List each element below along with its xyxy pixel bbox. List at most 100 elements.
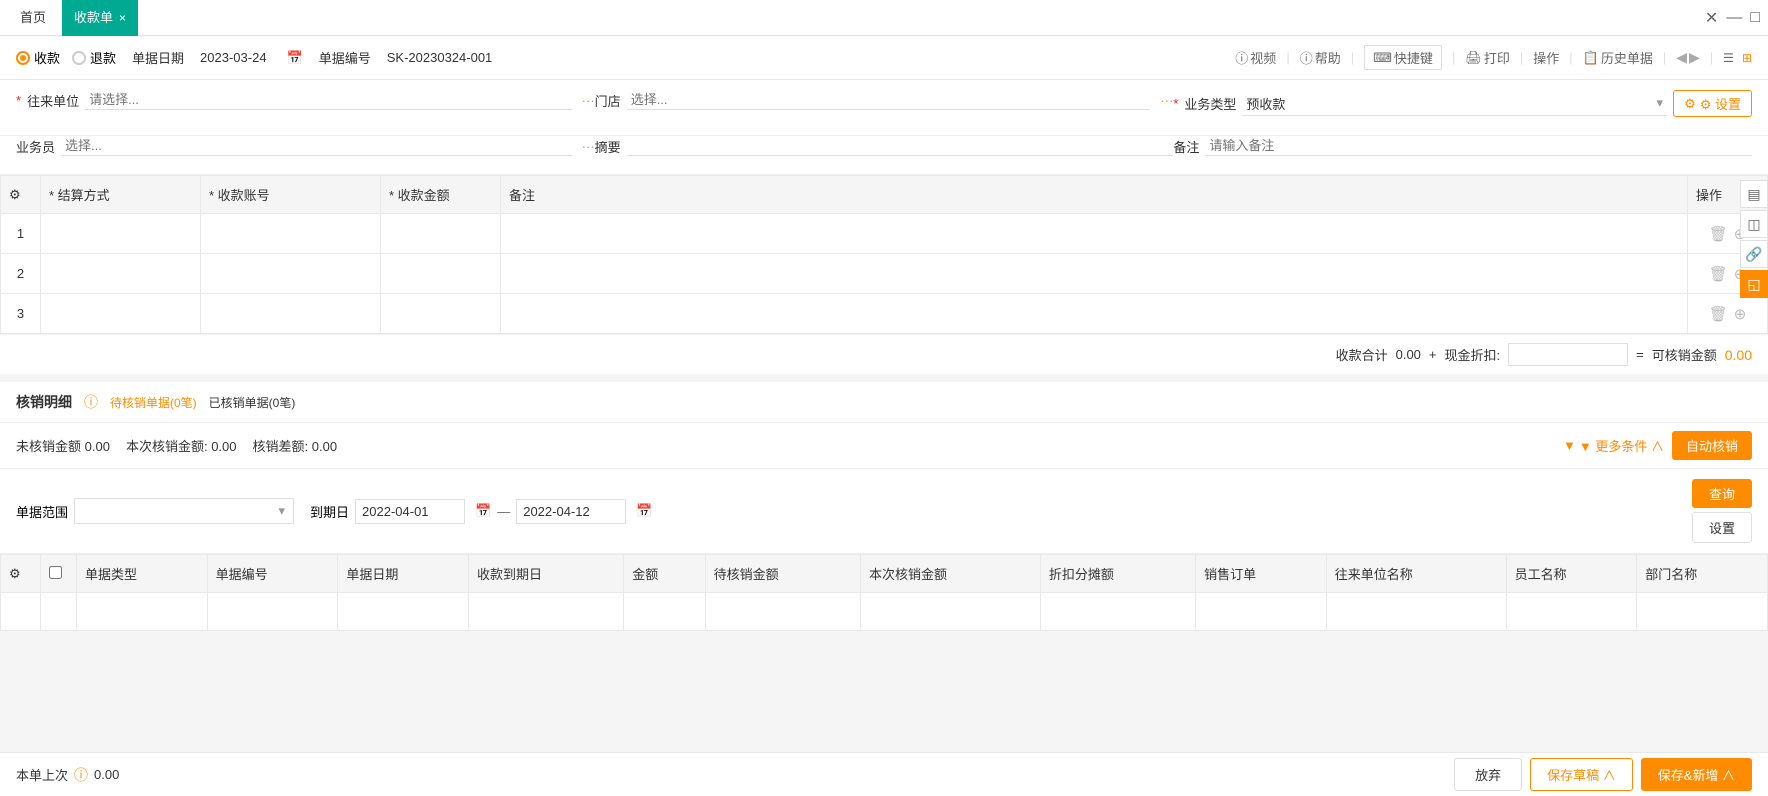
partner-field-group: * 往来单位 ··· [16,90,595,110]
radio-refund[interactable]: 退款 [72,48,116,67]
row-num-1: 1 [1,214,41,254]
date-from-input[interactable] [355,499,465,524]
calendar-to-icon[interactable]: 📅 [636,503,652,519]
shop-label: 门店 [595,91,621,110]
query-button[interactable]: 查询 [1692,479,1752,508]
remark-1[interactable] [501,214,1688,254]
bottom-col-due: 收款到期日 [468,555,623,593]
bottom-col-num: 单据编号 [207,555,338,593]
select-all-checkbox[interactable] [49,566,62,579]
footer-info-detail-icon[interactable]: ⓘ [74,765,88,785]
right-panel-expand-icon[interactable]: ◱ [1740,270,1768,298]
partner-more-icon[interactable]: ··· [582,93,595,108]
table-settings-col[interactable]: ⚙ [1,176,41,214]
delete-icon-1[interactable]: 🗑 [1709,225,1728,243]
footer-actions: 放弃 保存草稿 ∧ 保存&新增 ∧ [1454,758,1752,791]
right-panel-layout-icon[interactable]: ◫ [1740,210,1768,238]
biz-value: 预收款 [1246,94,1285,113]
col-payment-method: * 结算方式 [41,176,201,214]
history-icon: 📋 [1583,50,1599,66]
staff-input[interactable] [61,136,572,156]
auto-verify-button[interactable]: 自动核销 [1672,431,1752,460]
biz-select[interactable]: 预收款 ▾ [1242,92,1667,116]
radio-receipt[interactable]: 收款 [16,48,60,67]
summary-input[interactable] [627,136,1174,156]
list-view-icon[interactable]: ☰ [1723,51,1734,65]
account-3[interactable] [201,294,381,334]
toolbar-actions: ⓘ 视频 | ⓘ 帮助 | ⌨ 快捷键 | 🖨 打印 | [1235,45,1752,70]
shop-field-group: 门店 ··· [595,90,1174,110]
shop-input[interactable] [627,90,1151,110]
help-btn[interactable]: ⓘ 帮助 [1300,48,1341,67]
window-controls: ✕ — □ [1705,8,1760,28]
verification-section: 核销明细 ⓘ 待核销单据(0笔) 已核销单据(0笔) 未核销金额 0.00 本次… [0,382,1768,631]
nav-next-icon[interactable]: ▶ [1689,49,1700,66]
settings-button[interactable]: ⚙ ⚙ 设置 [1673,90,1752,117]
payment-table-wrapper: ⚙ * 结算方式 * 收款账号 * 收款金额 备注 操作 1 [0,175,1768,334]
date-to-input[interactable] [516,499,626,524]
calendar-from-icon[interactable]: 📅 [475,503,491,519]
window-close-icon[interactable]: ✕ [1705,8,1718,28]
action-col-3: 🗑 ⊕ [1688,294,1768,334]
filter-more-btn[interactable]: ▼ ▼ 更多条件 ∧ [1563,436,1664,455]
section-info-icon[interactable]: ⓘ [84,392,98,412]
done-link[interactable]: 已核销单据(0笔) [209,394,296,411]
bottom-settings-col[interactable]: ⚙ [1,555,41,593]
tab-receipt[interactable]: 收款单 × [62,0,138,36]
right-panel-link-icon[interactable]: 🔗 [1740,240,1768,268]
window-max-icon[interactable]: □ [1750,9,1760,27]
delete-icon-3[interactable]: 🗑 [1709,305,1728,323]
print-btn[interactable]: 🖨 打印 [1465,48,1510,67]
action-btn[interactable]: 操作 [1533,48,1559,67]
form-card: 收款 退款 单据日期 2023-03-24 📅 单据编号 SK-20230324… [0,36,1768,374]
radio-receipt-circle [16,51,30,65]
save-draft-button[interactable]: 保存草稿 ∧ [1530,758,1633,791]
remark-field-group: 备注 [1173,136,1752,156]
video-btn[interactable]: ⓘ 视频 [1235,48,1276,67]
range-select-arrow-icon: ▾ [278,503,285,519]
payment-method-1[interactable] [41,214,201,254]
save-new-button[interactable]: 保存&新增 ∧ [1641,758,1752,791]
cash-discount-input[interactable] [1508,343,1628,366]
account-2[interactable] [201,254,381,294]
nav-prev-icon[interactable]: ◀ [1676,49,1687,66]
delete-icon-2[interactable]: 🗑 [1709,265,1728,283]
footer-info-label: 本单上次 [16,765,68,784]
remark-2[interactable] [501,254,1688,294]
pending-link[interactable]: 待核销单据(0笔) [110,394,197,411]
bottom-col-amount: 金额 [624,555,705,593]
staff-more-icon[interactable]: ··· [582,139,595,154]
bottom-col-date: 单据日期 [338,555,469,593]
partner-input[interactable] [85,90,572,110]
row-num-3: 3 [1,294,41,334]
payment-method-2[interactable] [41,254,201,294]
calendar-icon[interactable]: 📅 [287,50,303,66]
right-panel-table-icon[interactable]: ▤ [1740,180,1768,208]
filter-setting-button[interactable]: 设置 [1692,512,1752,543]
window-min-icon[interactable]: — [1726,9,1742,27]
copy-icon-3[interactable]: ⊕ [1734,305,1747,323]
summary-label: 摘要 [595,137,621,156]
form-fields-row1: * 往来单位 ··· 门店 ··· * 业务类型 预收款 ▾ ⚙ [0,80,1768,136]
remark-input[interactable] [1205,136,1752,156]
history-btn[interactable]: 📋 历史单据 [1583,48,1653,67]
amount-1[interactable] [381,214,501,254]
tab-close-icon[interactable]: × [119,0,126,36]
shop-more-icon[interactable]: ··· [1160,93,1173,108]
tab-receipt-label: 收款单 [74,0,113,36]
tab-home[interactable]: 首页 [8,0,58,36]
radio-receipt-label: 收款 [34,48,60,67]
checkbox-col[interactable] [41,555,77,593]
remark-3[interactable] [501,294,1688,334]
amount-3[interactable] [381,294,501,334]
payment-method-3[interactable] [41,294,201,334]
shortcut-btn[interactable]: ⌨ 快捷键 [1364,45,1442,70]
account-1[interactable] [201,214,381,254]
bottom-table: ⚙ 单据类型 单据编号 单据日期 收款到期日 金额 待核销金额 本次核销金额 折… [0,554,1768,631]
help-icon: ⓘ [1300,48,1313,67]
range-select[interactable]: ▾ [74,498,294,524]
biz-select-arrow-icon: ▾ [1657,95,1664,111]
amount-2[interactable] [381,254,501,294]
abandon-button[interactable]: 放弃 [1454,758,1522,791]
grid-view-icon[interactable]: ⊞ [1742,51,1752,65]
